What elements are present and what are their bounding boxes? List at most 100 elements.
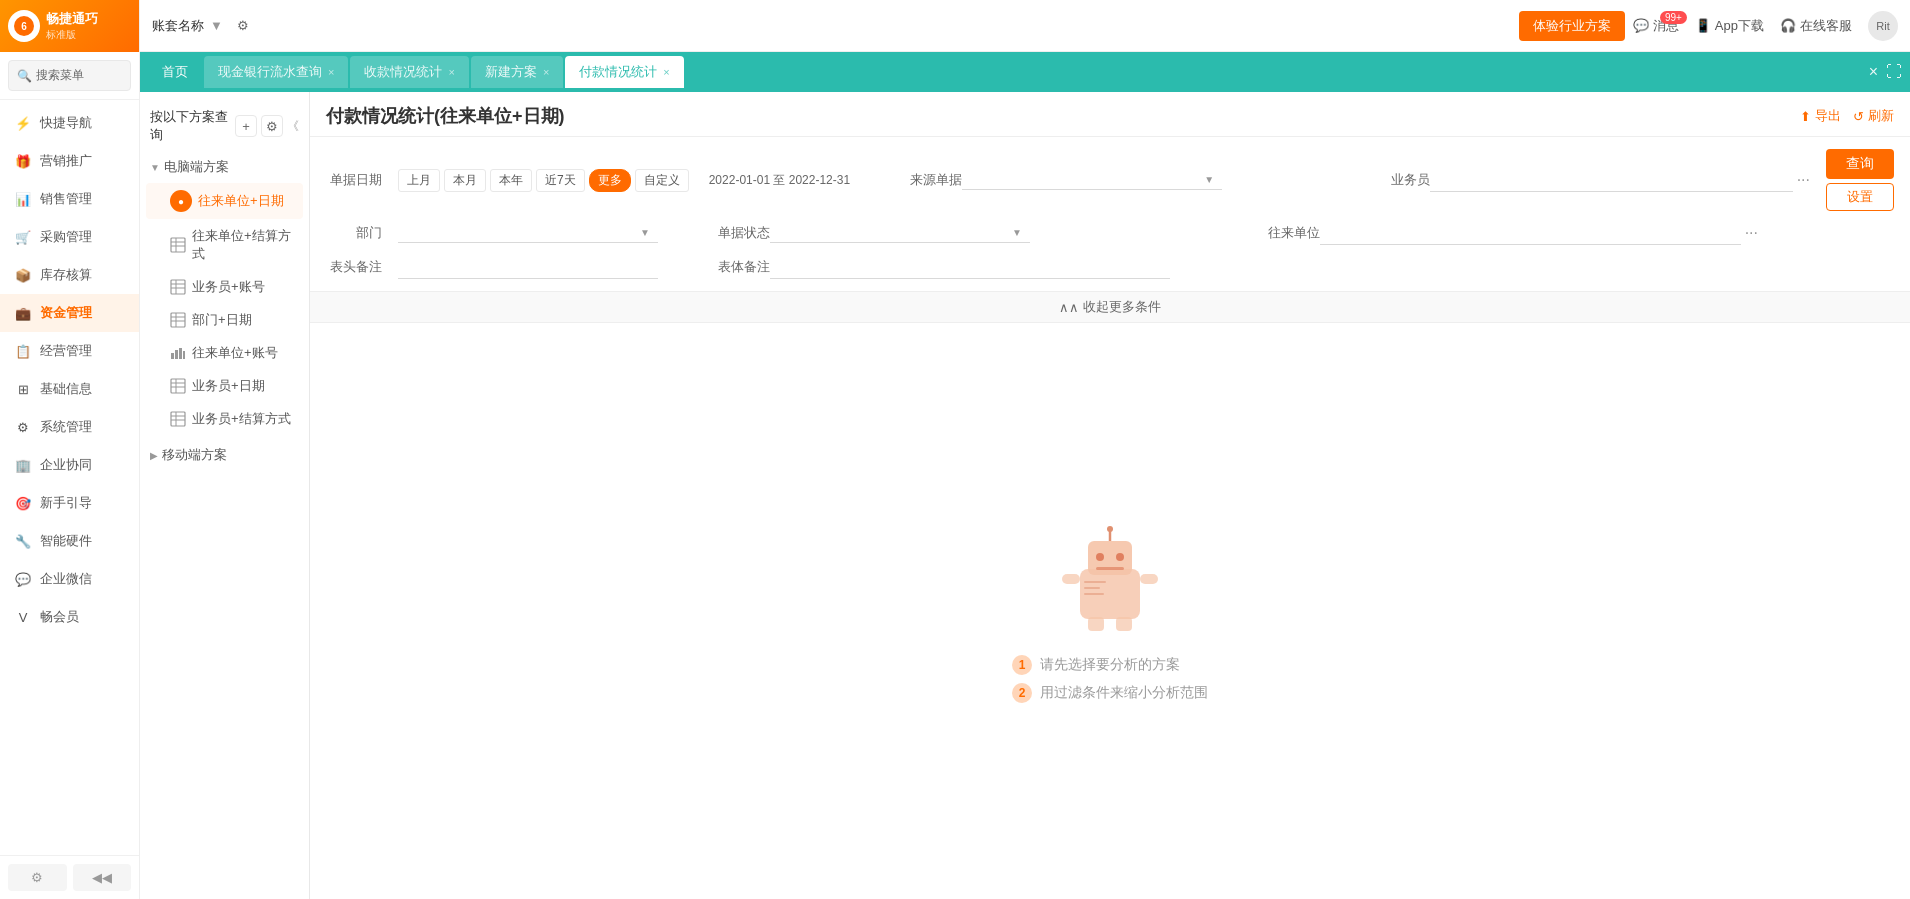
sidebar-item-marketing[interactable]: 🎁 营销推广 xyxy=(0,142,139,180)
search-menu-button[interactable]: 🔍 搜索菜单 xyxy=(8,60,131,91)
box-icon: 📦 xyxy=(14,266,32,284)
query-button[interactable]: 查询 xyxy=(1826,149,1894,179)
lightning-icon: ⚡ xyxy=(14,114,32,132)
svg-rect-33 xyxy=(1088,617,1104,631)
refresh-button[interactable]: ↺ 刷新 xyxy=(1853,107,1894,125)
counterpart-more-icon[interactable]: ··· xyxy=(1745,224,1758,242)
user-name: Rit xyxy=(1876,20,1889,32)
export-button[interactable]: ⬆ 导出 xyxy=(1800,107,1841,125)
user-avatar[interactable]: Rit xyxy=(1868,11,1898,41)
source-select[interactable]: ▼ xyxy=(962,170,1222,190)
dept-select[interactable]: ▼ xyxy=(398,223,658,243)
voucher-status-select[interactable]: ▼ xyxy=(770,223,1030,243)
search-menu-label: 搜索菜单 xyxy=(36,67,84,84)
date-btn-last-month[interactable]: 上月 xyxy=(398,169,440,192)
tab-payment-stat[interactable]: 收款情况统计 × xyxy=(350,56,468,88)
empty-illustration xyxy=(1050,519,1170,639)
svg-rect-8 xyxy=(171,313,185,327)
tab-new-scheme[interactable]: 新建方案 × xyxy=(471,56,563,88)
counterpart-input[interactable] xyxy=(1320,221,1741,245)
settings-ring-icon: ⚙ xyxy=(14,418,32,436)
date-btn-this-month[interactable]: 本月 xyxy=(444,169,486,192)
sidebar-item-wechat[interactable]: 💬 企业微信 xyxy=(0,560,139,598)
scheme-item-salesman-date[interactable]: 业务员+日期 xyxy=(146,370,303,402)
sidebar-item-basic[interactable]: ⊞ 基础信息 xyxy=(0,370,139,408)
sidebar-item-label: 企业协同 xyxy=(40,456,92,474)
online-support-button[interactable]: 🎧 在线客服 xyxy=(1780,17,1852,35)
sidebar-item-inventory[interactable]: 📦 库存核算 xyxy=(0,256,139,294)
tab-pay-stat-close-icon[interactable]: × xyxy=(663,66,669,78)
svg-rect-15 xyxy=(183,351,185,359)
hint-item-1: 1 请先选择要分析的方案 xyxy=(1012,655,1208,675)
export-label: 导出 xyxy=(1815,107,1841,125)
sidebar-settings-button[interactable]: ⚙ xyxy=(8,864,67,891)
scheme-item-counterpart-date[interactable]: ● 往来单位+日期 xyxy=(146,183,303,219)
date-btn-more[interactable]: 更多 xyxy=(589,169,631,192)
sidebar-item-system[interactable]: ⚙ 系统管理 xyxy=(0,408,139,446)
sidebar-header: 6 畅捷通巧 标准版 xyxy=(0,0,139,52)
scheme-item-dept-date[interactable]: 部门+日期 xyxy=(146,304,303,336)
tab-close-all-button[interactable]: × xyxy=(1869,63,1878,81)
sidebar-item-sales[interactable]: 📊 销售管理 xyxy=(0,180,139,218)
setting-button[interactable]: 设置 xyxy=(1826,183,1894,211)
notification-button[interactable]: 💬 消息 99+ xyxy=(1633,17,1679,35)
tab-bar: 首页 现金银行流水查询 × 收款情况统计 × 新建方案 × 付款情况统计 × ×… xyxy=(140,52,1910,92)
body-note-input[interactable] xyxy=(770,255,1170,279)
scheme-settings-button[interactable]: ⚙ xyxy=(261,115,283,137)
guide-icon: 🎯 xyxy=(14,494,32,512)
sidebar-item-enterprise[interactable]: 🏢 企业协同 xyxy=(0,446,139,484)
header-gear-button[interactable]: ⚙ xyxy=(229,12,257,40)
date-btn-custom[interactable]: 自定义 xyxy=(635,169,689,192)
tab-bank[interactable]: 现金银行流水查询 × xyxy=(204,56,348,88)
collapse-more-button[interactable]: ∧∧ 收起更多条件 xyxy=(1059,298,1161,316)
sidebar-item-vip[interactable]: V 畅会员 xyxy=(0,598,139,636)
tab-fullscreen-button[interactable]: ⛶ xyxy=(1886,63,1902,81)
tab-home[interactable]: 首页 xyxy=(148,56,202,88)
tab-new-scheme-label: 新建方案 xyxy=(485,63,537,81)
tab-pay-stat[interactable]: 付款情况统计 × xyxy=(565,56,683,88)
sidebar-item-purchase[interactable]: 🛒 采购管理 xyxy=(0,218,139,256)
scheme-item-salesman-account[interactable]: 业务员+账号 xyxy=(146,271,303,303)
table-icon xyxy=(170,378,186,394)
hint-text-1: 请先选择要分析的方案 xyxy=(1040,656,1180,674)
header-right: 💬 消息 99+ 📱 App下载 🎧 在线客服 Rit xyxy=(1633,11,1898,41)
tab-pay-stat-label: 付款情况统计 xyxy=(579,63,657,81)
sidebar-item-finance[interactable]: 💼 资金管理 xyxy=(0,294,139,332)
scheme-add-button[interactable]: + xyxy=(235,115,257,137)
filter-row-2: 部门 ▼ 单据状态 ▼ 往来单位 xyxy=(326,221,1894,245)
date-btn-this-year[interactable]: 本年 xyxy=(490,169,532,192)
sidebar-item-quicknav[interactable]: ⚡ 快捷导航 xyxy=(0,104,139,142)
salesman-input[interactable] xyxy=(1430,168,1793,192)
grid-icon: ⊞ xyxy=(14,380,32,398)
sidebar: 6 畅捷通巧 标准版 🔍 搜索菜单 ⚡ 快捷导航 🎁 营销推广 📊 销售管理 🛒… xyxy=(0,0,140,899)
header-note-input[interactable] xyxy=(398,255,658,279)
right-content: 付款情况统计(往来单位+日期) ⬆ 导出 ↺ 刷新 单据日期 xyxy=(310,92,1910,899)
sidebar-item-operation[interactable]: 📋 经营管理 xyxy=(0,332,139,370)
scheme-group-mobile-header[interactable]: ▶ 移动端方案 xyxy=(144,440,305,470)
sidebar-item-guide[interactable]: 🎯 新手引导 xyxy=(0,484,139,522)
scheme-collapse-button[interactable]: 《 xyxy=(287,118,299,135)
gear-icon: ⚙ xyxy=(31,870,43,885)
filter-row-3: 表头备注 表体备注 xyxy=(326,255,1894,279)
scheme-item-counterpart-settlement[interactable]: 往来单位+结算方式 xyxy=(146,220,303,270)
salesman-more-icon[interactable]: ··· xyxy=(1797,171,1810,189)
sidebar-item-label: 系统管理 xyxy=(40,418,92,436)
dept-dropdown-icon: ▼ xyxy=(640,227,650,238)
collapse-icon: ◀◀ xyxy=(92,870,112,885)
sidebar-item-label: 智能硬件 xyxy=(40,532,92,550)
date-btn-7days[interactable]: 近7天 xyxy=(536,169,585,192)
sidebar-item-label: 经营管理 xyxy=(40,342,92,360)
scheme-group-desktop-header[interactable]: ▼ 电脑端方案 xyxy=(144,152,305,182)
scheme-item-counterpart-account[interactable]: 往来单位+账号 xyxy=(146,337,303,369)
tab-new-scheme-close-icon[interactable]: × xyxy=(543,66,549,78)
sidebar-collapse-button[interactable]: ◀◀ xyxy=(73,864,132,891)
industry-btn[interactable]: 体验行业方案 xyxy=(1519,11,1625,41)
sidebar-item-label: 畅会员 xyxy=(40,608,79,626)
sidebar-item-hardware[interactable]: 🔧 智能硬件 xyxy=(0,522,139,560)
tab-payment-stat-close-icon[interactable]: × xyxy=(448,66,454,78)
vip-icon: V xyxy=(14,608,32,626)
tab-bank-close-icon[interactable]: × xyxy=(328,66,334,78)
table-icon xyxy=(170,237,186,253)
scheme-item-salesman-settlement[interactable]: 业务员+结算方式 xyxy=(146,403,303,435)
app-download-button[interactable]: 📱 App下载 xyxy=(1695,17,1764,35)
